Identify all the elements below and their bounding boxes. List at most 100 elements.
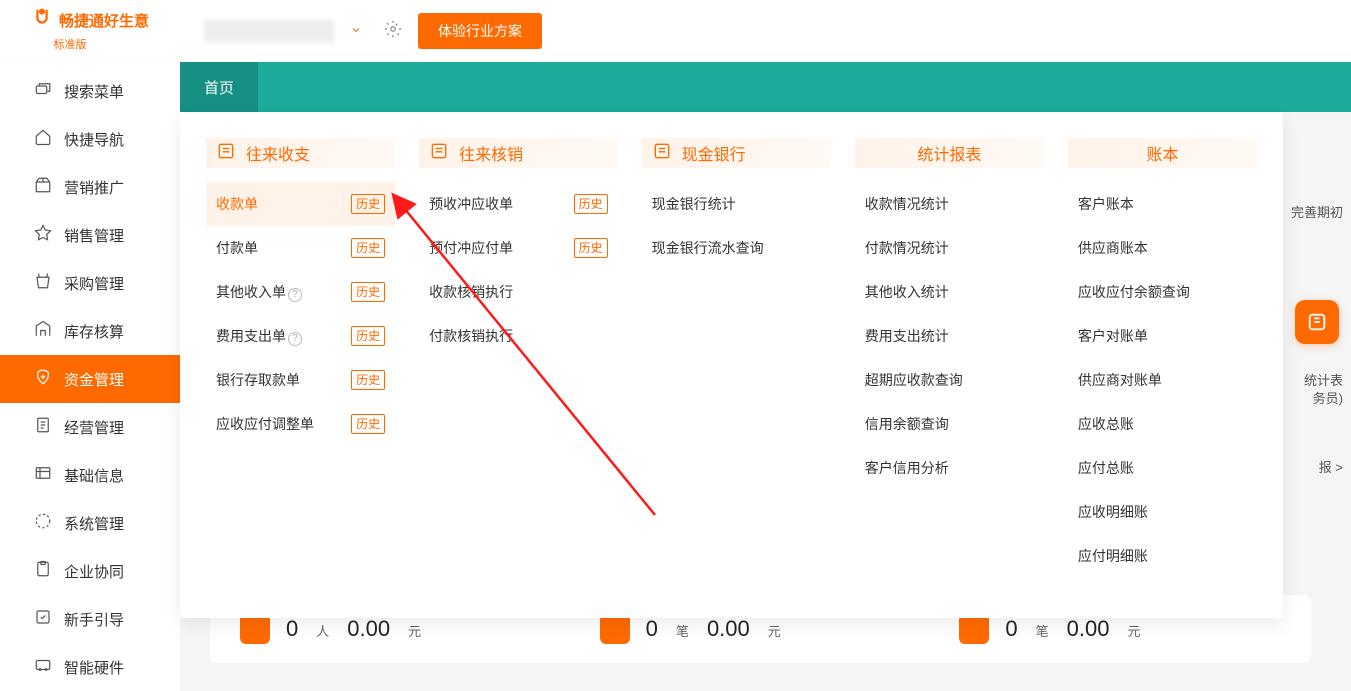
mega-item[interactable]: 付款单历史: [206, 226, 395, 270]
mega-col-header: 统计报表: [855, 138, 1044, 168]
mega-item[interactable]: 应付总账: [1068, 446, 1257, 490]
mega-item[interactable]: 费用支出单?历史: [206, 314, 395, 358]
mega-item[interactable]: 应付明细账: [1068, 534, 1257, 578]
sidebar-icon: [34, 128, 52, 150]
stat-group: 0笔0.00元: [600, 614, 922, 644]
help-icon[interactable]: ?: [288, 288, 302, 302]
history-badge[interactable]: 历史: [351, 414, 385, 434]
mega-item[interactable]: 预付冲应付单历史: [419, 226, 618, 270]
mega-item[interactable]: 费用支出统计: [855, 314, 1044, 358]
sidebar-icon: [34, 656, 52, 678]
company-dropdown-icon[interactable]: [344, 23, 368, 39]
sidebar-item-10[interactable]: 企业协同: [0, 547, 180, 595]
sidebar-label: 搜索菜单: [64, 81, 124, 102]
mega-col-header: 往来核销: [419, 138, 618, 168]
section-icon: [216, 141, 236, 166]
help-icon[interactable]: ?: [288, 332, 302, 346]
mega-item[interactable]: 银行存取款单历史: [206, 358, 395, 402]
mega-item[interactable]: 供应商账本: [1068, 226, 1257, 270]
sidebar-icon: [34, 560, 52, 582]
sidebar-item-8[interactable]: 基础信息: [0, 451, 180, 499]
sidebar-icon: [34, 224, 52, 246]
sidebar-label: 基础信息: [64, 465, 124, 486]
history-badge[interactable]: 历史: [351, 238, 385, 258]
try-industry-plan-button[interactable]: 体验行业方案: [418, 13, 542, 49]
tabbar: 首页: [180, 62, 1351, 112]
sidebar-icon: [34, 176, 52, 198]
mega-item[interactable]: 供应商对账单: [1068, 358, 1257, 402]
sidebar-label: 智能硬件: [64, 657, 124, 678]
sidebar-item-5[interactable]: 库存核算: [0, 307, 180, 355]
mega-item[interactable]: 收款核销执行: [419, 270, 618, 314]
sidebar-item-1[interactable]: 快捷导航: [0, 115, 180, 163]
sidebar-item-3[interactable]: 销售管理: [0, 211, 180, 259]
mega-item[interactable]: 付款情况统计: [855, 226, 1044, 270]
history-badge[interactable]: 历史: [351, 194, 385, 214]
mega-col-header: 现金银行: [642, 138, 831, 168]
mega-item[interactable]: 客户账本: [1068, 182, 1257, 226]
floating-action-button[interactable]: [1295, 300, 1339, 344]
sidebar-label: 企业协同: [64, 561, 124, 582]
sidebar-item-12[interactable]: 智能硬件: [0, 643, 180, 691]
mega-item[interactable]: 应收应付调整单历史: [206, 402, 395, 446]
stat-icon: [240, 614, 270, 644]
sidebar-label: 销售管理: [64, 225, 124, 246]
mega-item[interactable]: 收款单历史: [206, 182, 395, 226]
history-badge[interactable]: 历史: [574, 194, 608, 214]
stat-group: 0笔0.00元: [959, 614, 1281, 644]
mega-item[interactable]: 现金银行流水查询: [642, 226, 831, 270]
sidebar-label: 采购管理: [64, 273, 124, 294]
mega-col-header: 账本: [1068, 138, 1257, 168]
mega-item[interactable]: 应收总账: [1068, 402, 1257, 446]
sidebar-item-4[interactable]: 采购管理: [0, 259, 180, 307]
sidebar-icon: [34, 320, 52, 342]
sidebar-item-9[interactable]: 系统管理: [0, 499, 180, 547]
sidebar-icon: [34, 464, 52, 486]
tab-home[interactable]: 首页: [180, 62, 258, 112]
mega-item[interactable]: 应收应付余额查询: [1068, 270, 1257, 314]
logo-area: 畅捷通好生意 标准版: [0, 0, 180, 59]
section-icon: [652, 141, 672, 166]
topbar: 体验行业方案: [180, 0, 1351, 62]
mega-item[interactable]: 超期应收款查询: [855, 358, 1044, 402]
history-badge[interactable]: 历史: [574, 238, 608, 258]
logo-subtitle: 标准版: [54, 36, 87, 52]
sidebar-item-2[interactable]: 营销推广: [0, 163, 180, 211]
section-icon: [429, 141, 449, 166]
sidebar-icon: [34, 272, 52, 294]
logo-text: 畅捷通好生意: [59, 10, 149, 31]
mega-item[interactable]: 客户对账单: [1068, 314, 1257, 358]
sidebar-item-7[interactable]: 经营管理: [0, 403, 180, 451]
mega-item[interactable]: 现金银行统计: [642, 182, 831, 226]
sidebar-item-6[interactable]: 资金管理: [0, 355, 180, 403]
sidebar-label: 经营管理: [64, 417, 124, 438]
sidebar-icon: [34, 80, 52, 102]
right-strip: 完善期初 统计表 务员) 报 >: [1277, 112, 1351, 477]
stat-group: 0人0.00元: [240, 614, 562, 644]
sidebar-label: 快捷导航: [64, 129, 124, 150]
mega-item[interactable]: 预收冲应收单历史: [419, 182, 618, 226]
sidebar-item-11[interactable]: 新手引导: [0, 595, 180, 643]
history-badge[interactable]: 历史: [351, 282, 385, 302]
megamenu-funds: 往来收支收款单历史付款单历史其他收入单?历史费用支出单?历史银行存取款单历史应收…: [180, 112, 1283, 618]
sidebar-icon: [34, 512, 52, 534]
mega-item[interactable]: 付款核销执行: [419, 314, 618, 358]
sidebar: 畅捷通好生意 标准版 搜索菜单快捷导航营销推广销售管理采购管理库存核算资金管理经…: [0, 0, 180, 691]
sidebar-icon: [34, 416, 52, 438]
stat-icon: [959, 614, 989, 644]
right-link-complete[interactable]: 完善期初: [1277, 204, 1343, 222]
mega-item[interactable]: 应收明细账: [1068, 490, 1257, 534]
mega-item[interactable]: 客户信用分析: [855, 446, 1044, 490]
history-badge[interactable]: 历史: [351, 370, 385, 390]
mega-item[interactable]: 信用余额查询: [855, 402, 1044, 446]
mega-item[interactable]: 收款情况统计: [855, 182, 1044, 226]
sidebar-label: 库存核算: [64, 321, 124, 342]
history-badge[interactable]: 历史: [351, 326, 385, 346]
mega-item[interactable]: 其他收入统计: [855, 270, 1044, 314]
mega-item[interactable]: 其他收入单?历史: [206, 270, 395, 314]
sidebar-label: 营销推广: [64, 177, 124, 198]
sidebar-label: 系统管理: [64, 513, 124, 534]
sidebar-item-0[interactable]: 搜索菜单: [0, 67, 180, 115]
gear-icon[interactable]: [378, 20, 408, 43]
sidebar-label: 新手引导: [64, 609, 124, 630]
